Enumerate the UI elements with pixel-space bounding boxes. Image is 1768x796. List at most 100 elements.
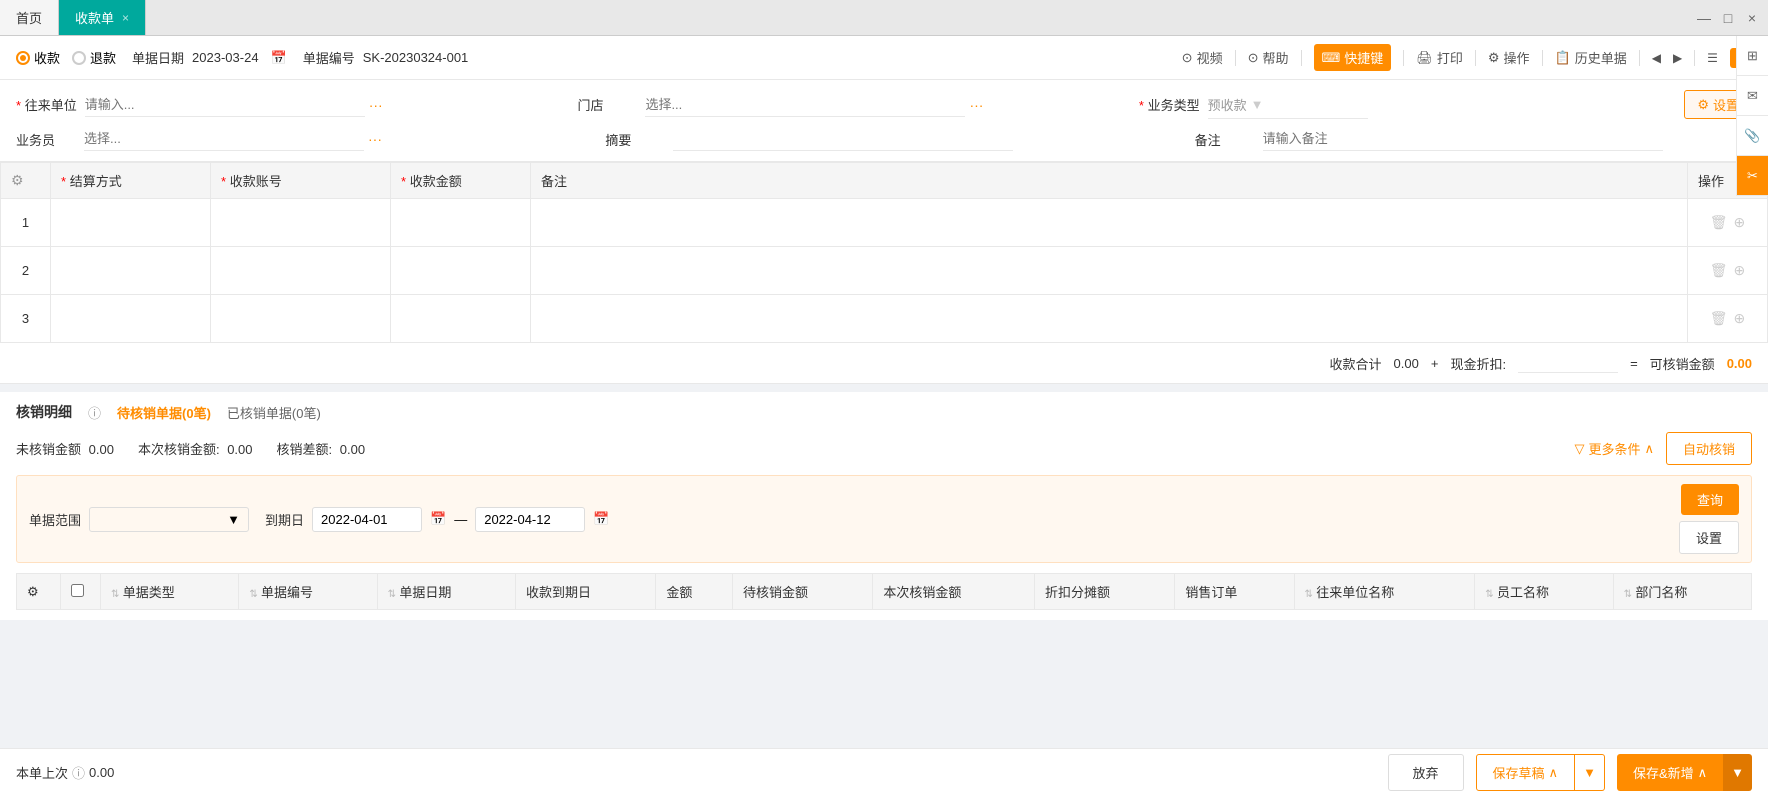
form-area: * 往来单位 ··· 门店 ··· * 业务类型 预收款 ▼ ⚙ 设置 <box>0 80 1768 162</box>
nav-next-btn[interactable]: ▶ <box>1673 51 1682 65</box>
tab-close-icon[interactable]: × <box>122 11 129 25</box>
store-label: 门店 <box>577 95 637 114</box>
refund-radio-label: 退款 <box>90 48 116 67</box>
minimize-btn[interactable]: — <box>1696 10 1712 26</box>
note-input[interactable] <box>1263 127 1663 151</box>
save-draft-button[interactable]: 保存草稿 ∧ <box>1476 754 1576 791</box>
date-to-input[interactable] <box>475 507 585 532</box>
verif-stats: 未核销金额 0.00 本次核销金额: 0.00 核销差额: 0.00 ▽ 更多条… <box>16 432 1752 465</box>
sidebar-screenshot-btn[interactable]: ✂ <box>1737 156 1768 196</box>
calendar-to-icon[interactable]: 📅 <box>593 511 609 527</box>
col-account-header: * 收款账号 <box>211 163 391 199</box>
sidebar-attach-btn[interactable]: 📎 <box>1737 116 1768 156</box>
verif-table-gear-th[interactable]: ⚙ <box>17 574 61 610</box>
view-toggle-list[interactable]: ☰ <box>1707 51 1718 65</box>
save-new-dropdown-btn[interactable]: ▼ <box>1723 754 1752 791</box>
row-remark-2[interactable] <box>531 247 1688 295</box>
date-calendar-icon[interactable]: 📅 <box>271 50 287 66</box>
shortcut-btn[interactable]: ⌨ 快捷键 <box>1314 44 1392 71</box>
row-copy-icon-3[interactable]: ⊕ <box>1734 310 1746 327</box>
biz-type-value: 预收款 <box>1208 95 1247 114</box>
range-select[interactable]: ▼ <box>89 507 249 532</box>
row-remark-1[interactable] <box>531 199 1688 247</box>
biz-type-select[interactable]: 预收款 ▼ <box>1208 91 1368 119</box>
verif-info-icon[interactable]: ⓘ <box>88 403 101 422</box>
filter-settings-button[interactable]: 设置 <box>1679 521 1739 554</box>
row-account-1[interactable] <box>211 199 391 247</box>
query-button[interactable]: 查询 <box>1681 484 1739 515</box>
calendar-from-icon[interactable]: 📅 <box>430 511 446 527</box>
row-remark-3[interactable] <box>531 295 1688 343</box>
help-btn[interactable]: ⊙ 帮助 <box>1248 48 1289 67</box>
save-new-label: 保存&新增 <box>1633 763 1694 782</box>
footer-info-icon[interactable]: ⓘ <box>72 763 85 782</box>
nav-prev-btn[interactable]: ◀ <box>1652 51 1661 65</box>
discount-input[interactable] <box>1518 353 1618 373</box>
form-row-2: 业务员 ··· 摘要 备注 <box>16 127 1752 151</box>
partner-dots-btn[interactable]: ··· <box>369 97 383 113</box>
table-row: 3 🗑 ⊕ <box>1 295 1768 343</box>
save-draft-group: 保存草稿 ∧ ▼ <box>1476 754 1605 791</box>
receipt-radio[interactable]: 收款 <box>16 48 60 67</box>
print-icon: 🖨 <box>1416 50 1433 66</box>
auto-verif-button[interactable]: 自动核销 <box>1666 432 1752 465</box>
row-amount-1[interactable] <box>391 199 531 247</box>
more-filter-btn[interactable]: ▽ 更多条件 ∧ <box>1574 439 1654 458</box>
row-amount-3[interactable] <box>391 295 531 343</box>
operation-btn[interactable]: ⚙ 操作 <box>1488 48 1530 67</box>
row-delete-icon-1[interactable]: 🗑 <box>1710 214 1728 231</box>
print-btn[interactable]: 🖨 打印 <box>1416 48 1463 67</box>
partner-input[interactable] <box>85 93 365 117</box>
select-all-checkbox[interactable] <box>71 584 84 597</box>
refund-radio-dot <box>72 51 86 65</box>
salesperson-dots-btn[interactable]: ··· <box>368 131 382 147</box>
diff-value: 0.00 <box>340 442 365 457</box>
sidebar-email-icon: ✉ <box>1747 88 1758 104</box>
row-account-2[interactable] <box>211 247 391 295</box>
summary-input[interactable] <box>673 127 1013 151</box>
date-separator: — <box>454 512 467 527</box>
tab-home[interactable]: 首页 <box>0 0 59 35</box>
row-settle-1[interactable] <box>51 199 211 247</box>
store-field: 门店 ··· <box>577 93 1106 117</box>
save-new-group: 保存&新增 ∧ ▼ <box>1617 754 1752 791</box>
save-new-button[interactable]: 保存&新增 ∧ <box>1617 754 1723 791</box>
sidebar-table-btn[interactable]: ⊞ <box>1737 36 1768 76</box>
store-dots-btn[interactable]: ··· <box>969 97 983 113</box>
row-settle-3[interactable] <box>51 295 211 343</box>
store-input[interactable] <box>645 93 965 117</box>
verification-section: 核销明细 ⓘ 待核销单据(0笔) 已核销单据(0笔) 未核销金额 0.00 本次… <box>0 392 1768 620</box>
close-btn[interactable]: × <box>1744 10 1760 26</box>
row-account-3[interactable] <box>211 295 391 343</box>
tab-receipt[interactable]: 收款单 × <box>59 0 146 35</box>
save-draft-label: 保存草稿 <box>1493 763 1545 782</box>
total-value: 0.00 <box>1394 356 1419 371</box>
row-settle-2[interactable] <box>51 247 211 295</box>
abandon-button[interactable]: 放弃 <box>1388 754 1464 791</box>
maximize-btn[interactable]: □ <box>1720 10 1736 26</box>
tab-pending[interactable]: 待核销单据(0笔) <box>117 403 211 422</box>
video-btn[interactable]: ⊙ 视频 <box>1182 48 1223 67</box>
row-copy-icon-1[interactable]: ⊕ <box>1734 214 1746 231</box>
row-delete-icon-2[interactable]: 🗑 <box>1710 262 1728 279</box>
row-copy-icon-2[interactable]: ⊕ <box>1734 262 1746 279</box>
refund-radio[interactable]: 退款 <box>72 48 116 67</box>
tab-done[interactable]: 已核销单据(0笔) <box>227 403 321 422</box>
row-delete-icon-3[interactable]: 🗑 <box>1710 310 1728 327</box>
divider3 <box>1403 50 1404 66</box>
salesperson-input[interactable] <box>84 127 364 151</box>
row-amount-2[interactable] <box>391 247 531 295</box>
verif-title: 核销明细 <box>16 402 72 422</box>
col-partner-name: ⇅ 往来单位名称 <box>1294 574 1475 610</box>
date-from-input[interactable] <box>312 507 422 532</box>
table-settings-th[interactable]: ⚙ <box>1 163 51 199</box>
row-idx-1: 1 <box>1 199 51 247</box>
verif-gear-icon[interactable]: ⚙ <box>27 584 39 599</box>
row-action-1: 🗑 ⊕ <box>1688 199 1768 247</box>
history-btn[interactable]: 📋 历史单据 <box>1555 48 1627 67</box>
save-draft-dropdown-btn[interactable]: ▼ <box>1575 754 1605 791</box>
col-pending-verif: 待核销金额 <box>733 574 873 610</box>
sidebar-email-btn[interactable]: ✉ <box>1737 76 1768 116</box>
table-gear-icon[interactable]: ⚙ <box>11 172 24 188</box>
checkbox-th[interactable] <box>61 574 101 610</box>
